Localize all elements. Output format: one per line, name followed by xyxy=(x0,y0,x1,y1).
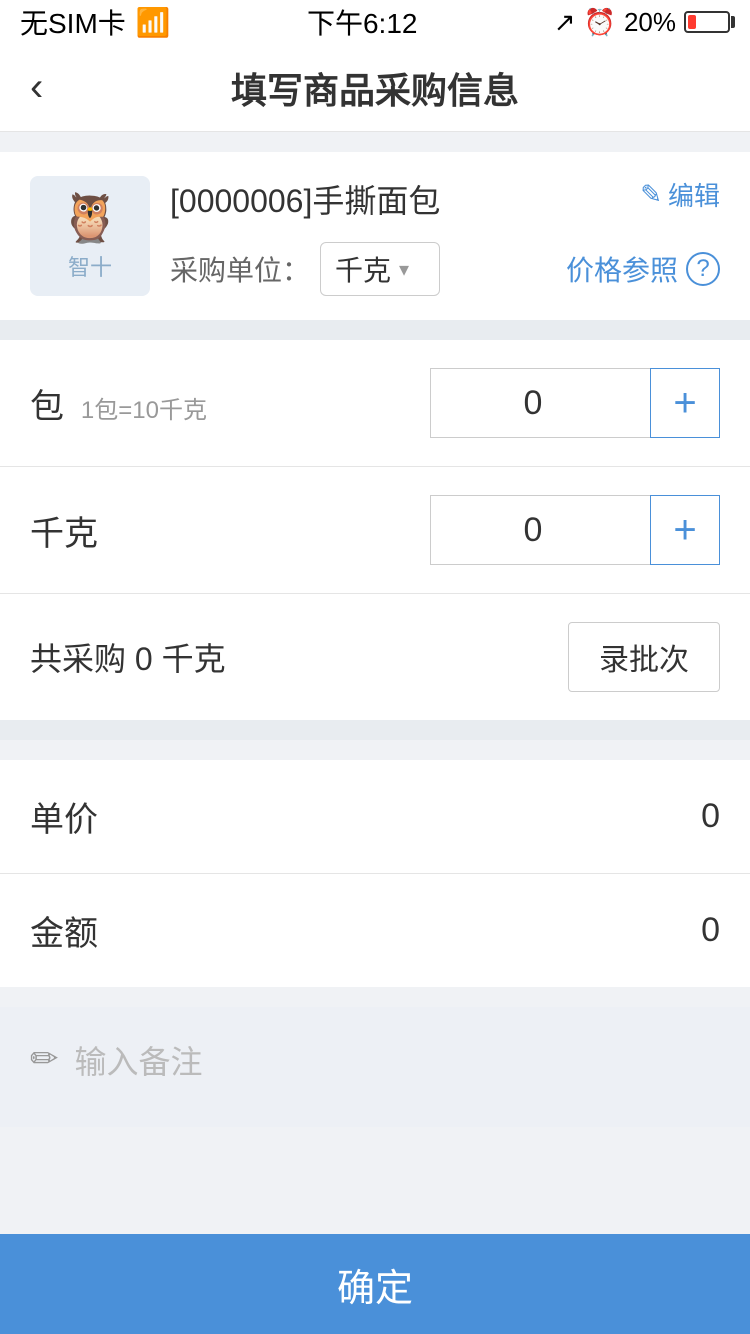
price-section: 单价 0 金额 0 xyxy=(0,760,750,987)
kg-input-row: 千克 + xyxy=(0,467,750,594)
product-logo-label: 智十 xyxy=(68,255,112,280)
kg-label: 千克 xyxy=(30,515,98,553)
summary-text: 共采购 0 千克 xyxy=(30,634,226,680)
edit-icon: ✎ xyxy=(640,179,662,210)
edit-label: 编辑 xyxy=(668,176,720,213)
unit-label: 采购单位： xyxy=(170,249,310,289)
amount-label: 金额 xyxy=(30,906,98,955)
price-ref-label: 价格参照 xyxy=(566,249,678,289)
question-mark-icon: ? xyxy=(686,252,720,286)
remarks-placeholder: 输入备注 xyxy=(75,1037,203,1083)
price-ref-button[interactable]: 价格参照 ? xyxy=(566,249,720,289)
product-thumbnail: 🦉 智十 xyxy=(30,176,150,296)
chevron-down-icon: ▾ xyxy=(399,257,409,282)
kg-label-group: 千克 xyxy=(30,506,98,555)
battery-percent: 20% xyxy=(624,7,676,38)
batch-button[interactable]: 录批次 xyxy=(568,622,720,692)
bag-input-row: 包 1包=10千克 + xyxy=(0,340,750,467)
kg-plus-button[interactable]: + xyxy=(650,495,720,565)
kg-input-right: + xyxy=(430,495,720,565)
page-title: 填写商品采购信息 xyxy=(231,62,519,114)
carrier-text: 无SIM卡 xyxy=(20,2,126,42)
unit-price-value: 0 xyxy=(701,797,720,836)
bag-sublabel: 1包=10千克 xyxy=(81,397,207,424)
separator-2 xyxy=(0,720,750,740)
bag-input-right: + xyxy=(430,368,720,438)
location-icon: ↗ xyxy=(554,7,576,38)
product-card: 🦉 智十 [0000006]手撕面包 采购单位： 千克 ▾ 价格参照 ? ✎ 编… xyxy=(0,152,750,320)
product-unit-left: 采购单位： 千克 ▾ xyxy=(170,242,440,296)
unit-dropdown[interactable]: 千克 ▾ xyxy=(320,242,440,296)
unit-price-row: 单价 0 xyxy=(0,760,750,874)
confirm-button[interactable]: 确定 xyxy=(0,1234,750,1334)
status-bar: 无SIM卡 📶 下午6:12 ↗ ⏰ 20% xyxy=(0,0,750,44)
summary-row: 共采购 0 千克 录批次 xyxy=(0,594,750,720)
product-info: [0000006]手撕面包 采购单位： 千克 ▾ 价格参照 ? xyxy=(170,176,720,296)
back-button[interactable]: ‹ xyxy=(30,65,43,110)
amount-value: 0 xyxy=(701,911,720,950)
nav-bar: ‹ 填写商品采购信息 xyxy=(0,44,750,132)
status-left: 无SIM卡 📶 xyxy=(20,2,171,42)
separator-1 xyxy=(0,320,750,340)
bag-label: 包 xyxy=(30,388,64,426)
bag-quantity-input[interactable] xyxy=(430,368,650,438)
alarm-icon: ⏰ xyxy=(584,7,616,38)
input-section: 包 1包=10千克 + 千克 + xyxy=(0,340,750,594)
unit-value: 千克 xyxy=(335,249,391,289)
wifi-icon: 📶 xyxy=(136,6,171,39)
product-full-name: [0000006]手撕面包 xyxy=(170,176,720,222)
bag-label-group: 包 1包=10千克 xyxy=(30,379,207,428)
status-time: 下午6:12 xyxy=(307,2,418,42)
remarks-section[interactable]: ✏ 输入备注 xyxy=(0,1007,750,1127)
edit-button[interactable]: ✎ 编辑 xyxy=(640,176,720,213)
status-right: ↗ ⏰ 20% xyxy=(554,7,730,38)
product-logo-icon: 🦉 xyxy=(60,189,120,246)
battery-icon xyxy=(684,11,730,33)
pencil-icon: ✏ xyxy=(30,1039,59,1079)
amount-row: 金额 0 xyxy=(0,874,750,987)
kg-quantity-input[interactable] xyxy=(430,495,650,565)
bag-plus-button[interactable]: + xyxy=(650,368,720,438)
unit-price-label: 单价 xyxy=(30,792,98,841)
